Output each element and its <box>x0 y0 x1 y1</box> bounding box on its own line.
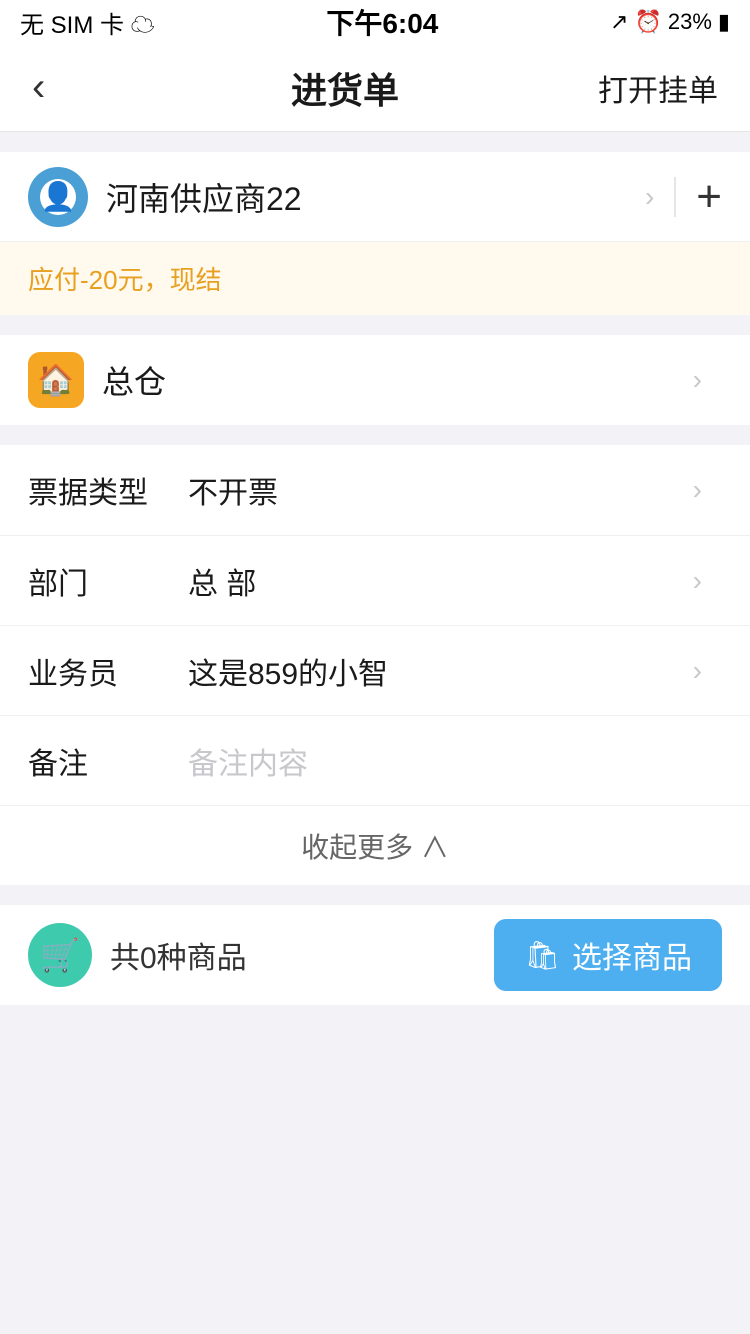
battery-level: 23% <box>668 9 712 35</box>
product-icon-wrap: 🛒 <box>28 923 92 987</box>
warehouse-section: 🏠 总仓 › <box>0 335 750 425</box>
ticket-chevron-icon: › <box>693 474 702 506</box>
status-time: 下午6:04 <box>326 2 438 42</box>
back-button[interactable]: ‹ <box>32 65 92 110</box>
status-right: ↗ ⏰ 23% ▮ <box>610 9 730 35</box>
footer-area <box>0 1005 750 1325</box>
notice-text: 应付-20元，现结 <box>28 265 222 295</box>
form-row-remarks[interactable]: 备注 备注内容 <box>0 715 750 805</box>
add-supplier-button[interactable]: + <box>696 175 722 219</box>
department-chevron-icon: › <box>693 565 702 597</box>
sim-signal: 无 SIM 卡 ☁ <box>20 5 155 40</box>
remarks-label: 备注 <box>28 739 168 783</box>
divider <box>674 177 676 217</box>
avatar-icon: 👤 <box>40 179 76 215</box>
open-pending-button[interactable]: 打开挂单 <box>598 66 718 110</box>
warehouse-name: 总仓 <box>102 357 693 403</box>
gap-2 <box>0 315 750 335</box>
salesperson-chevron-icon: › <box>693 655 702 687</box>
salesperson-label: 业务员 <box>28 649 168 693</box>
ticket-label: 票据类型 <box>28 468 168 512</box>
status-bar: 无 SIM 卡 ☁ 下午6:04 ↗ ⏰ 23% ▮ <box>0 0 750 44</box>
department-label: 部门 <box>28 559 168 603</box>
form-row-salesperson[interactable]: 业务员 这是859的小智 › <box>0 625 750 715</box>
form-row-ticket[interactable]: 票据类型 不开票 › <box>0 445 750 535</box>
ticket-value: 不开票 <box>168 468 693 512</box>
form-row-department[interactable]: 部门 总 部 › <box>0 535 750 625</box>
warehouse-icon: 🏠 <box>28 352 84 408</box>
form-section: 票据类型 不开票 › 部门 总 部 › 业务员 这是859的小智 › 备注 备注… <box>0 445 750 885</box>
supplier-section: 👤 河南供应商22 › + 应付-20元，现结 <box>0 152 750 315</box>
remarks-input[interactable]: 备注内容 <box>168 739 722 783</box>
select-product-icon: 🛍 <box>524 939 560 972</box>
warehouse-chevron-icon: › <box>693 364 702 396</box>
select-product-button[interactable]: 🛍 选择商品 <box>494 919 722 991</box>
bag-icon: 🛒 <box>40 936 80 974</box>
alarm-icon: ⏰ <box>634 9 661 35</box>
supplier-row[interactable]: 👤 河南供应商22 › + <box>0 152 750 242</box>
select-product-label: 选择商品 <box>572 933 692 977</box>
warehouse-row[interactable]: 🏠 总仓 › <box>0 335 750 425</box>
gap-1 <box>0 132 750 152</box>
avatar: 👤 <box>28 167 88 227</box>
page-title: 进货单 <box>291 62 399 114</box>
home-icon: 🏠 <box>37 363 74 398</box>
notice-bar: 应付-20元，现结 <box>0 242 750 315</box>
status-left: 无 SIM 卡 ☁ <box>20 5 155 40</box>
salesperson-value: 这是859的小智 <box>168 649 693 693</box>
battery-icon: ▮ <box>718 9 730 35</box>
collapse-button[interactable]: 收起更多 ∧ <box>0 805 750 885</box>
product-count: 共0种商品 <box>110 933 494 977</box>
bottom-bar: 🛒 共0种商品 🛍 选择商品 <box>0 905 750 1005</box>
nav-bar: ‹ 进货单 打开挂单 <box>0 44 750 132</box>
supplier-name: 河南供应商22 <box>106 174 645 220</box>
chevron-right-icon: › <box>645 181 654 213</box>
collapse-label: 收起更多 ∧ <box>301 826 449 866</box>
person-icon: 👤 <box>41 180 76 213</box>
gap-3 <box>0 425 750 445</box>
department-value: 总 部 <box>168 559 693 603</box>
location-icon: ↗ <box>610 9 628 35</box>
